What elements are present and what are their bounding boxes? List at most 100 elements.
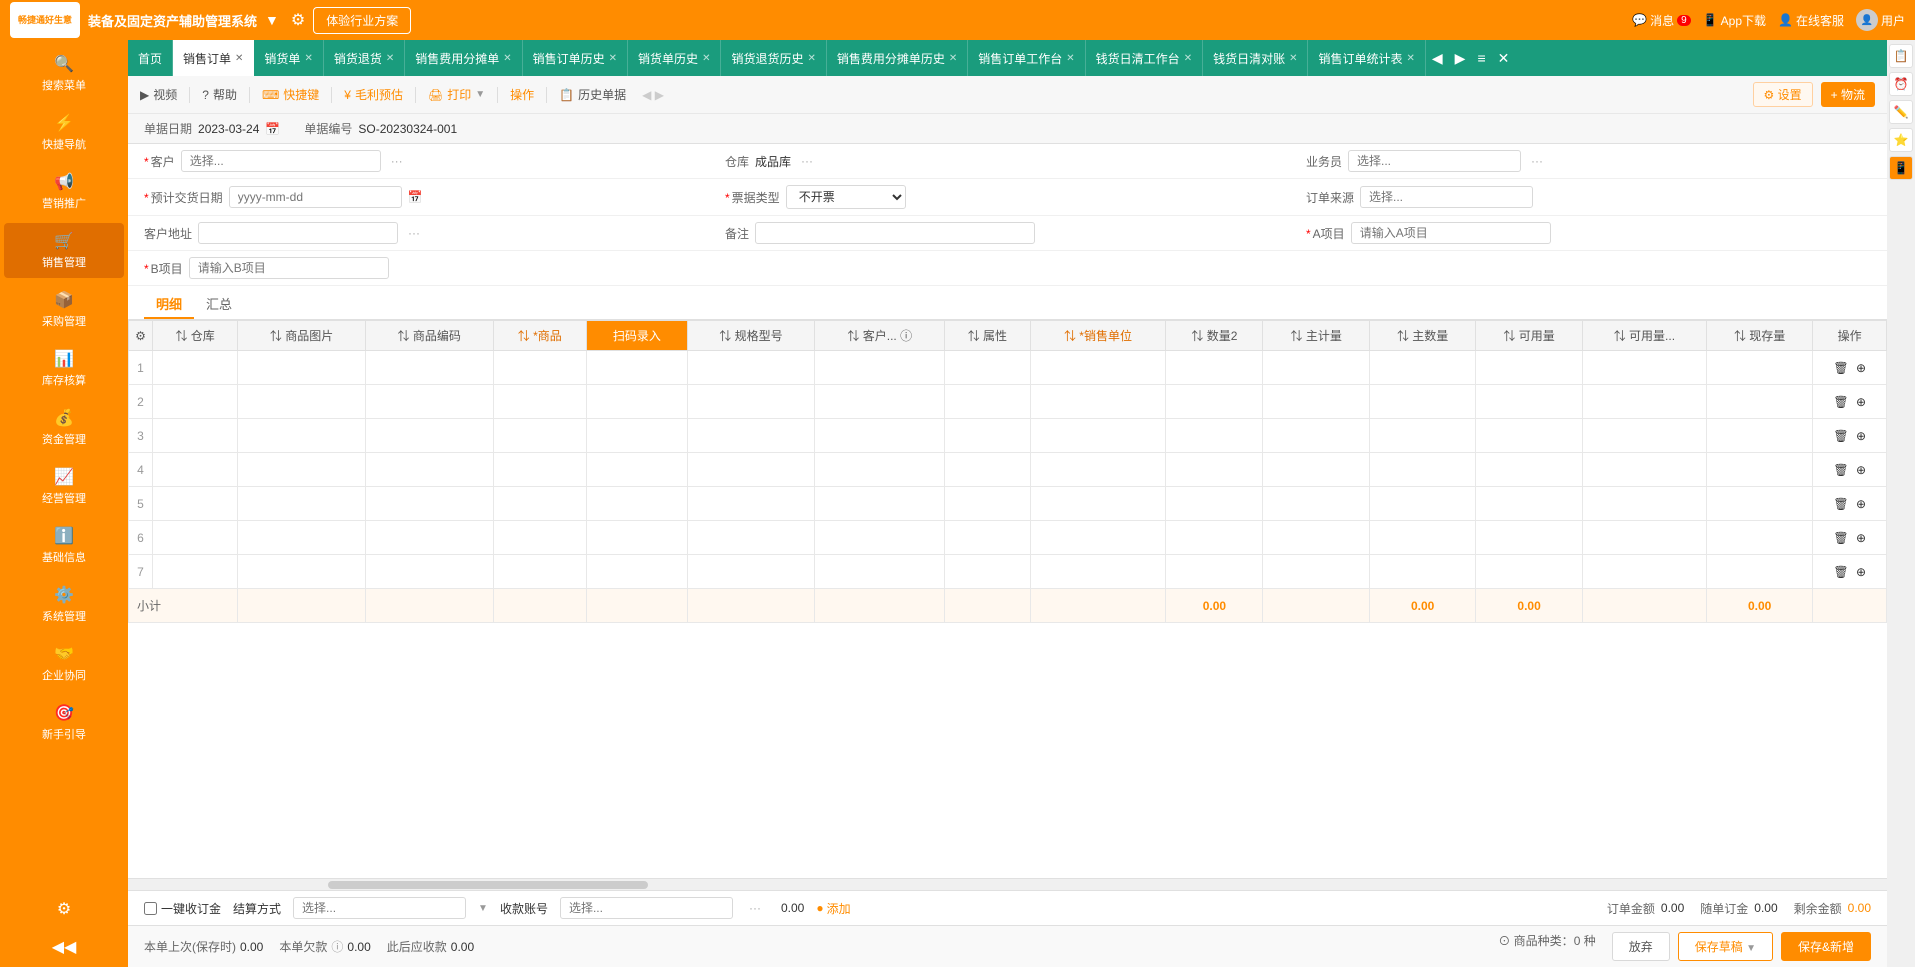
row-3-spec[interactable]	[687, 419, 815, 453]
sidebar-item-purchase[interactable]: 📦 采购管理	[4, 282, 124, 337]
toolbar-shortcut[interactable]: ⌨ 快捷键	[262, 86, 319, 103]
tab-cash-reconcile[interactable]: 钱货日清对账 ✕	[1203, 40, 1308, 76]
row-1-product[interactable]	[493, 351, 587, 385]
settlement-dropdown-icon[interactable]: ▼	[478, 903, 488, 914]
add-logistics-btn[interactable]: + 物流	[1821, 82, 1875, 107]
calendar-icon[interactable]: 📅	[265, 122, 280, 136]
sidebar-item-sales[interactable]: 🛒 销售管理	[4, 223, 124, 278]
online-service-btn[interactable]: 👤 在线客服	[1778, 12, 1844, 29]
row-5-attr[interactable]	[945, 487, 1030, 521]
row-7-stock[interactable]	[1706, 555, 1812, 589]
row-2-delete-btn[interactable]: 🗑	[1833, 395, 1848, 409]
address-more[interactable]: ···	[408, 226, 420, 240]
row-7-main-qty[interactable]	[1369, 555, 1475, 589]
row-6-customer-code[interactable]	[815, 521, 945, 555]
row-6-qty2[interactable]	[1166, 521, 1263, 555]
row-7-customer-code[interactable]	[815, 555, 945, 589]
tab-sales-stats-close[interactable]: ✕	[1407, 53, 1415, 64]
row-3-unit[interactable]	[1030, 419, 1166, 453]
row-5-spec[interactable]	[687, 487, 815, 521]
row-4-attr[interactable]	[945, 453, 1030, 487]
row-2-available[interactable]	[1476, 385, 1582, 419]
row-2-main-unit[interactable]	[1263, 385, 1369, 419]
toolbar-view[interactable]: ▶ 视频	[140, 86, 177, 103]
tab-prev-btn[interactable]: ◀	[1426, 50, 1449, 67]
tab-cash-workbench[interactable]: 钱货日清工作台 ✕	[1086, 40, 1203, 76]
row-2-main-qty[interactable]	[1369, 385, 1475, 419]
row-4-available[interactable]	[1476, 453, 1582, 487]
row-4-delete-btn[interactable]: 🗑	[1833, 463, 1848, 477]
row-3-attr[interactable]	[945, 419, 1030, 453]
row-2-warehouse[interactable]	[153, 385, 238, 419]
row-1-copy-btn[interactable]: ⊕	[1856, 361, 1866, 375]
tab-slip-history-close[interactable]: ✕	[702, 53, 710, 64]
row-6-copy-btn[interactable]: ⊕	[1856, 531, 1866, 545]
help-circle[interactable]: ⓘ	[331, 938, 343, 955]
row-6-available2[interactable]	[1582, 521, 1706, 555]
row-1-available2[interactable]	[1582, 351, 1706, 385]
tab-return-history-close[interactable]: ✕	[807, 53, 815, 64]
doc-date-value[interactable]: 2023-03-24	[198, 122, 259, 136]
salesperson-input[interactable]	[1348, 150, 1521, 172]
row-5-warehouse[interactable]	[153, 487, 238, 521]
one-click-checkbox[interactable]	[144, 902, 157, 915]
row-1-spec[interactable]	[687, 351, 815, 385]
right-tool-pencil[interactable]: ✏️	[1889, 100, 1913, 124]
sidebar-item-settings[interactable]: ⚙	[4, 891, 124, 927]
row-6-code[interactable]	[365, 521, 493, 555]
right-tool-clipboard[interactable]: 📋	[1889, 44, 1913, 68]
right-tool-phone[interactable]: 📱	[1889, 156, 1913, 180]
sidebar-item-basic-info[interactable]: ℹ️ 基础信息	[4, 518, 124, 573]
save-new-btn[interactable]: 保存&新增	[1781, 932, 1871, 961]
app-download-btn[interactable]: 📱 App下载	[1703, 12, 1766, 29]
row-2-available2[interactable]	[1582, 385, 1706, 419]
row-5-customer-code[interactable]	[815, 487, 945, 521]
row-7-attr[interactable]	[945, 555, 1030, 589]
row-3-copy-btn[interactable]: ⊕	[1856, 429, 1866, 443]
detail-tab-mingxi[interactable]: 明细	[144, 290, 194, 319]
customer-more[interactable]: ···	[391, 154, 403, 168]
row-1-main-qty[interactable]	[1369, 351, 1475, 385]
row-5-qty2[interactable]	[1166, 487, 1263, 521]
row-4-customer-code[interactable]	[815, 453, 945, 487]
tab-sales-stats[interactable]: 销售订单统计表 ✕	[1308, 40, 1425, 76]
row-4-code[interactable]	[365, 453, 493, 487]
row-4-copy-btn[interactable]: ⊕	[1856, 463, 1866, 477]
row-5-main-qty[interactable]	[1369, 487, 1475, 521]
row-2-code[interactable]	[365, 385, 493, 419]
tab-cash-reconcile-close[interactable]: ✕	[1289, 53, 1297, 64]
tab-order-history[interactable]: 销售订单历史 ✕	[523, 40, 628, 76]
row-4-qty2[interactable]	[1166, 453, 1263, 487]
detail-tab-summary[interactable]: 汇总	[194, 290, 244, 319]
invoice-type-select[interactable]: 不开票	[786, 185, 906, 209]
row-4-unit[interactable]	[1030, 453, 1166, 487]
row-1-image[interactable]	[238, 351, 366, 385]
row-1-qty2[interactable]	[1166, 351, 1263, 385]
sidebar-item-collab[interactable]: 🤝 企业协同	[4, 636, 124, 691]
tab-expense-history[interactable]: 销售费用分摊单历史 ✕	[827, 40, 968, 76]
row-5-copy-btn[interactable]: ⊕	[1856, 497, 1866, 511]
toolbar-profit[interactable]: ¥ 毛利预估	[344, 86, 403, 103]
sidebar-item-system[interactable]: ⚙️ 系统管理	[4, 577, 124, 632]
row-3-main-unit[interactable]	[1263, 419, 1369, 453]
tab-expense-history-close[interactable]: ✕	[949, 53, 957, 64]
row-1-code[interactable]	[365, 351, 493, 385]
row-3-main-qty[interactable]	[1369, 419, 1475, 453]
row-7-image[interactable]	[238, 555, 366, 589]
remark-input[interactable]	[755, 222, 1035, 244]
row-7-main-unit[interactable]	[1263, 555, 1369, 589]
row-7-code[interactable]	[365, 555, 493, 589]
row-6-main-unit[interactable]	[1263, 521, 1369, 555]
tab-return-history[interactable]: 销货退货历史 ✕	[721, 40, 826, 76]
row-7-warehouse[interactable]	[153, 555, 238, 589]
row-6-spec[interactable]	[687, 521, 815, 555]
toolbar-print[interactable]: 🖨 打印 ▼	[428, 86, 485, 103]
tab-sales-order[interactable]: 销售订单 ✕	[173, 40, 254, 76]
row-4-warehouse[interactable]	[153, 453, 238, 487]
sidebar-item-guide[interactable]: 🎯 新手引导	[4, 695, 124, 750]
settings-icon[interactable]: ⚙	[291, 10, 305, 30]
one-click-label[interactable]: 一键收订金	[144, 900, 221, 917]
message-btn[interactable]: 💬 消息 9	[1632, 12, 1691, 29]
collection-more[interactable]: ···	[749, 901, 761, 915]
row-5-unit[interactable]	[1030, 487, 1166, 521]
